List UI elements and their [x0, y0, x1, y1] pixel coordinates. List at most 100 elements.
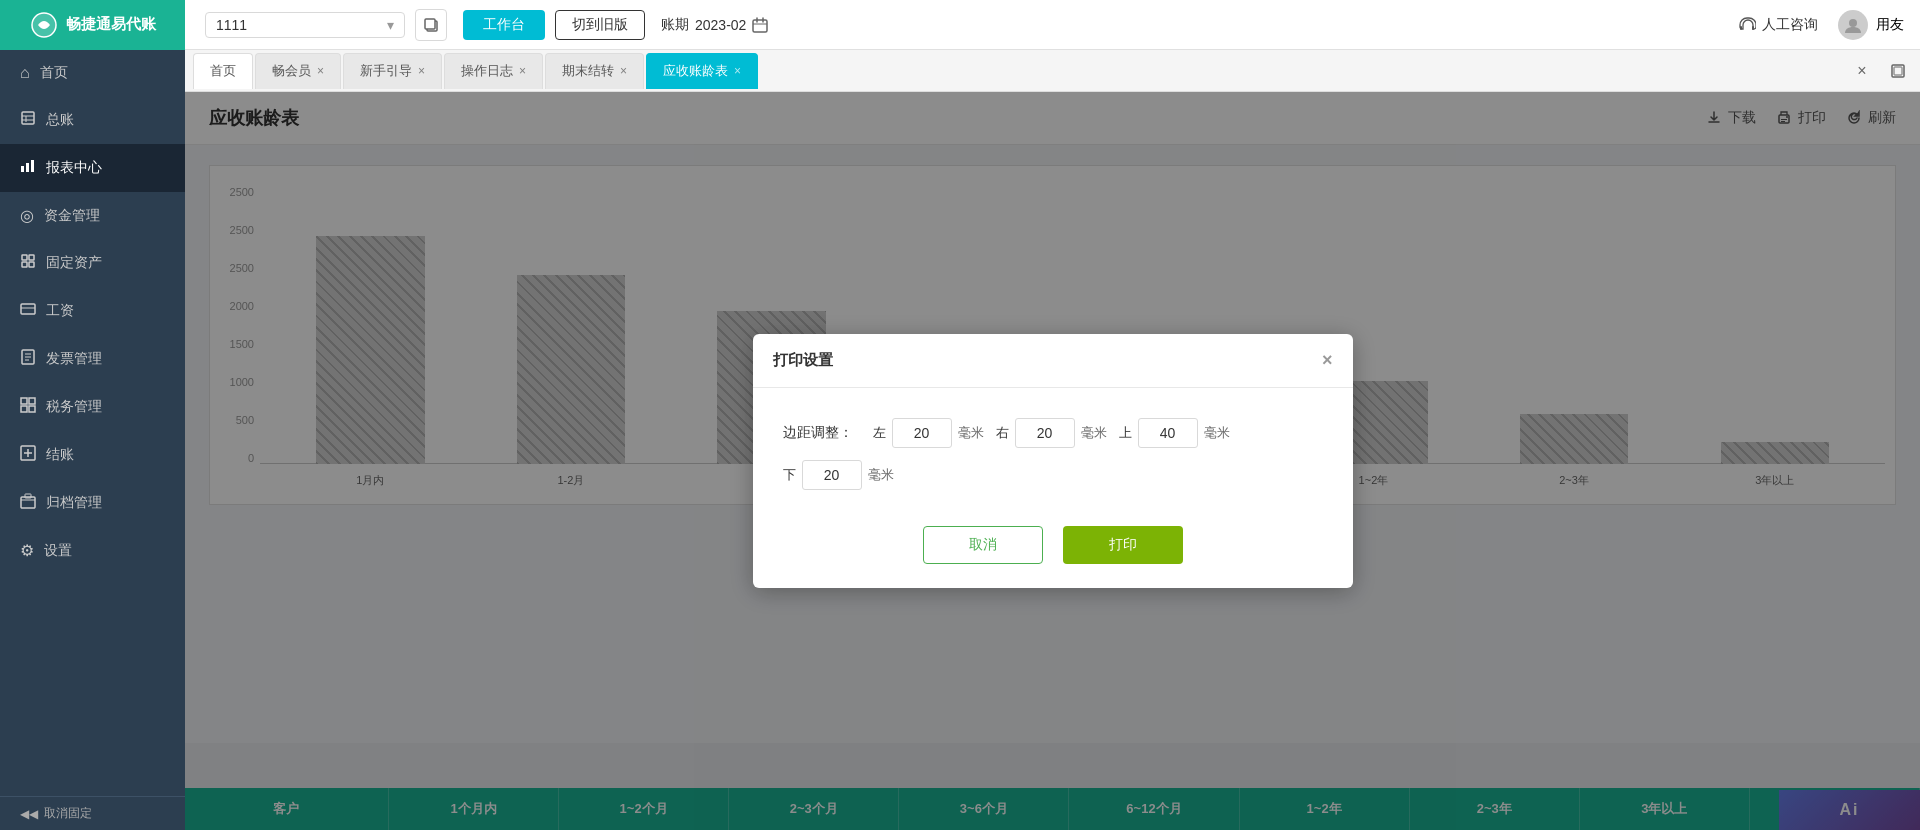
- content-area: 首页 畅会员 × 新手引导 × 操作日志 × 期末结转 × 应收账龄表 ×: [185, 50, 1920, 830]
- workbench-button[interactable]: 工作台: [463, 10, 545, 40]
- home-icon: ⌂: [20, 64, 30, 82]
- report-icon: [20, 158, 36, 178]
- period-value: 2023-02: [695, 17, 746, 33]
- switch-version-button[interactable]: 切到旧版: [555, 10, 645, 40]
- margin-bottom-input[interactable]: [802, 460, 862, 490]
- header-right: 人工咨询 用友: [1738, 10, 1904, 40]
- right-unit-label: 毫米: [1081, 424, 1107, 442]
- svg-rect-20: [29, 406, 35, 412]
- sidebar-label-ledger: 总账: [46, 111, 74, 129]
- sidebar-label-invoice: 发票管理: [46, 350, 102, 368]
- collapse-label: 取消固定: [44, 805, 92, 822]
- sidebar-item-tax[interactable]: 税务管理: [0, 383, 185, 431]
- logo-area: 畅捷通易代账: [0, 0, 185, 50]
- user-area[interactable]: 用友: [1838, 10, 1904, 40]
- payroll-icon: [20, 301, 36, 321]
- settings-icon: ⚙: [20, 541, 34, 560]
- svg-rect-3: [753, 20, 767, 32]
- sidebar-item-archive[interactable]: 归档管理: [0, 479, 185, 527]
- company-selector[interactable]: 1111 ▾: [205, 12, 405, 38]
- maximize-icon: [1891, 64, 1905, 78]
- tab-aging[interactable]: 应收账龄表 ×: [646, 53, 758, 89]
- sidebar-scroll: ⌂ 首页 总账 报表中心 ◎ 资金管理: [0, 50, 185, 796]
- tab-bar: 首页 畅会员 × 新手引导 × 操作日志 × 期末结转 × 应收账龄表 ×: [185, 50, 1920, 92]
- svg-rect-19: [21, 406, 27, 412]
- svg-point-6: [1849, 19, 1857, 27]
- tab-member-close[interactable]: ×: [317, 64, 324, 78]
- confirm-print-button[interactable]: 打印: [1063, 526, 1183, 564]
- margin-left-input[interactable]: [892, 418, 952, 448]
- tab-member[interactable]: 畅会员 ×: [255, 53, 341, 89]
- svg-rect-25: [1894, 67, 1902, 75]
- tab-home[interactable]: 首页: [193, 53, 253, 89]
- sidebar-label-settings: 设置: [44, 542, 72, 560]
- invoice-icon: [20, 349, 36, 369]
- margin-right-input[interactable]: [1015, 418, 1075, 448]
- svg-rect-14: [29, 262, 34, 267]
- sidebar-label-funds: 资金管理: [44, 207, 100, 225]
- modal-body: 边距调整： 左 毫米 右 毫米: [753, 388, 1353, 510]
- sidebar-collapse-button[interactable]: ◀◀ 取消固定: [0, 796, 185, 830]
- bottom-unit-label: 毫米: [868, 466, 894, 484]
- sidebar-label-payroll: 工资: [46, 302, 74, 320]
- calendar-icon[interactable]: [752, 17, 768, 33]
- svg-rect-13: [22, 262, 27, 267]
- sidebar-item-assets[interactable]: 固定资产: [0, 239, 185, 287]
- sidebar-label-assets: 固定资产: [46, 254, 102, 272]
- page-content: 应收账龄表 下载: [185, 92, 1920, 830]
- tax-icon: [20, 397, 36, 417]
- tab-log-label: 操作日志: [461, 62, 513, 80]
- tab-guide[interactable]: 新手引导 ×: [343, 53, 442, 89]
- cancel-button[interactable]: 取消: [923, 526, 1043, 564]
- copy-icon-button[interactable]: [415, 9, 447, 41]
- sidebar-item-report[interactable]: 报表中心: [0, 144, 185, 192]
- svg-rect-2: [425, 19, 435, 29]
- sidebar-item-invoice[interactable]: 发票管理: [0, 335, 185, 383]
- margin-label: 边距调整：: [783, 424, 853, 442]
- tab-period-end[interactable]: 期末结转 ×: [545, 53, 644, 89]
- maximize-button[interactable]: [1884, 57, 1912, 85]
- consultation-label: 人工咨询: [1762, 16, 1818, 34]
- close-all-tabs-button[interactable]: ×: [1848, 57, 1876, 85]
- sidebar-item-settings[interactable]: ⚙ 设置: [0, 527, 185, 574]
- top-unit-label: 毫米: [1204, 424, 1230, 442]
- dropdown-arrow-icon: ▾: [387, 17, 394, 33]
- tab-guide-close[interactable]: ×: [418, 64, 425, 78]
- tab-bar-right: ×: [1848, 57, 1912, 85]
- tab-guide-label: 新手引导: [360, 62, 412, 80]
- right-direction-label: 右: [996, 424, 1009, 442]
- sidebar-item-home[interactable]: ⌂ 首页: [0, 50, 185, 96]
- tab-log[interactable]: 操作日志 ×: [444, 53, 543, 89]
- margin-bottom-group: 下 毫米: [783, 460, 894, 490]
- main-layout: ⌂ 首页 总账 报表中心 ◎ 资金管理: [0, 50, 1920, 830]
- modal-footer: 取消 打印: [753, 510, 1353, 588]
- tab-log-close[interactable]: ×: [519, 64, 526, 78]
- modal-close-button[interactable]: ×: [1322, 350, 1333, 371]
- top-direction-label: 上: [1119, 424, 1132, 442]
- sidebar-item-checkout[interactable]: 结账: [0, 431, 185, 479]
- margin-top-group: 上 毫米: [1119, 418, 1230, 448]
- logo-text: 畅捷通易代账: [66, 15, 156, 34]
- sidebar-item-payroll[interactable]: 工资: [0, 287, 185, 335]
- margin-top-input[interactable]: [1138, 418, 1198, 448]
- tab-period-end-close[interactable]: ×: [620, 64, 627, 78]
- consultation-button[interactable]: 人工咨询: [1738, 16, 1818, 34]
- left-unit-label: 毫米: [958, 424, 984, 442]
- svg-rect-5: [1752, 26, 1754, 30]
- sidebar-item-ledger[interactable]: 总账: [0, 96, 185, 144]
- sidebar-label-archive: 归档管理: [46, 494, 102, 512]
- ledger-icon: [20, 110, 36, 130]
- margin-right-group: 右 毫米: [996, 418, 1107, 448]
- svg-rect-22: [21, 497, 35, 508]
- tab-aging-close[interactable]: ×: [734, 64, 741, 78]
- tab-home-label: 首页: [210, 62, 236, 80]
- svg-rect-18: [29, 398, 35, 404]
- sidebar-item-funds[interactable]: ◎ 资金管理: [0, 192, 185, 239]
- period-area: 账期 2023-02: [661, 16, 768, 34]
- svg-rect-4: [1740, 26, 1742, 30]
- headset-icon: [1738, 16, 1756, 34]
- sidebar-label-tax: 税务管理: [46, 398, 102, 416]
- tab-member-label: 畅会员: [272, 62, 311, 80]
- svg-rect-15: [21, 304, 35, 314]
- svg-rect-10: [31, 160, 34, 172]
